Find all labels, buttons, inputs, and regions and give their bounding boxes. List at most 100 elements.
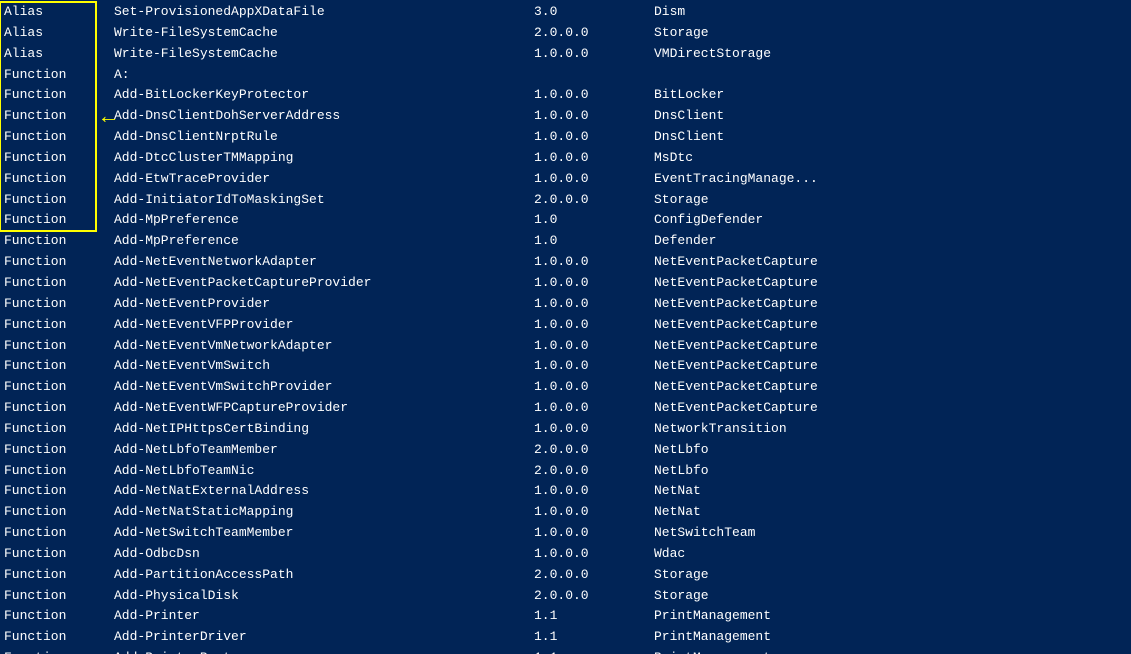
table-row: FunctionAdd-Printer1.1PrintManagement: [0, 606, 1131, 627]
cell-module: EventTracingManage...: [654, 170, 954, 189]
cell-module: Storage: [654, 587, 954, 606]
cell-name: Add-NetEventProvider: [114, 295, 534, 314]
cell-type: Function: [4, 170, 114, 189]
table-row: FunctionAdd-NetEventVmSwitchProvider1.0.…: [0, 377, 1131, 398]
cell-version: 1.0.0.0: [534, 503, 654, 522]
cell-name: Add-NetLbfoTeamNic: [114, 462, 534, 481]
table-row: FunctionAdd-NetEventNetworkAdapter1.0.0.…: [0, 252, 1131, 273]
cell-version: 1.0.0.0: [534, 295, 654, 314]
cell-version: 1.0: [534, 211, 654, 230]
cell-module: NetEventPacketCapture: [654, 357, 954, 376]
cell-type: Alias: [4, 24, 114, 43]
cell-module: NetNat: [654, 482, 954, 501]
cell-type: Function: [4, 566, 114, 585]
cell-module: MsDtc: [654, 149, 954, 168]
cell-version: 1.1: [534, 607, 654, 626]
cell-version: 2.0.0.0: [534, 587, 654, 606]
cell-module: Wdac: [654, 545, 954, 564]
cell-version: 1.0.0.0: [534, 545, 654, 564]
cell-module: PrintManagement: [654, 607, 954, 626]
table-row: FunctionAdd-NetEventVmSwitch1.0.0.0NetEv…: [0, 356, 1131, 377]
cell-module: Dism: [654, 3, 954, 22]
cell-module: PrintManagement: [654, 649, 954, 654]
cell-name: Add-NetNatStaticMapping: [114, 503, 534, 522]
table-row: FunctionAdd-PhysicalDisk2.0.0.0Storage: [0, 586, 1131, 607]
cell-name: Set-ProvisionedAppXDataFile: [114, 3, 534, 22]
cell-module: NetworkTransition: [654, 420, 954, 439]
cell-name: Add-OdbcDsn: [114, 545, 534, 564]
cell-module: BitLocker: [654, 86, 954, 105]
cell-type: Alias: [4, 3, 114, 22]
cell-name: Add-NetLbfoTeamMember: [114, 441, 534, 460]
cell-module: NetEventPacketCapture: [654, 337, 954, 356]
cell-name: Add-MpPreference: [114, 232, 534, 251]
cell-module: Defender: [654, 232, 954, 251]
cell-type: Function: [4, 357, 114, 376]
table-row: FunctionAdd-NetEventProvider1.0.0.0NetEv…: [0, 294, 1131, 315]
cell-version: 1.0: [534, 232, 654, 251]
table-row: AliasWrite-FileSystemCache1.0.0.0VMDirec…: [0, 44, 1131, 65]
cell-name: Add-DnsClientDohServerAddress: [114, 107, 534, 126]
cell-name: Add-NetEventVFPProvider: [114, 316, 534, 335]
cell-module: ConfigDefender: [654, 211, 954, 230]
cell-type: Function: [4, 482, 114, 501]
table-row: FunctionAdd-DnsClientNrptRule1.0.0.0DnsC…: [0, 127, 1131, 148]
cell-module: VMDirectStorage: [654, 45, 954, 64]
cell-module: PrintManagement: [654, 628, 954, 647]
cell-name: Add-MpPreference: [114, 211, 534, 230]
table-row: FunctionAdd-BitLockerKeyProtector1.0.0.0…: [0, 85, 1131, 106]
table-row: FunctionAdd-OdbcDsn1.0.0.0Wdac: [0, 544, 1131, 565]
table-row: FunctionAdd-NetEventWFPCaptureProvider1.…: [0, 398, 1131, 419]
cell-version: 2.0.0.0: [534, 24, 654, 43]
cell-type: Function: [4, 628, 114, 647]
table-row: FunctionAdd-DnsClientDohServerAddress1.0…: [0, 106, 1131, 127]
cell-type: Function: [4, 503, 114, 522]
cell-name: Add-NetEventVmSwitch: [114, 357, 534, 376]
cell-name: Add-InitiatorIdToMaskingSet: [114, 191, 534, 210]
cell-name: Add-NetNatExternalAddress: [114, 482, 534, 501]
cell-module: NetEventPacketCapture: [654, 399, 954, 418]
cell-module: Storage: [654, 24, 954, 43]
cell-type: Function: [4, 337, 114, 356]
cell-version: 1.0.0.0: [534, 86, 654, 105]
cell-version: 2.0.0.0: [534, 462, 654, 481]
cell-version: 1.0.0.0: [534, 149, 654, 168]
cell-module: NetEventPacketCapture: [654, 274, 954, 293]
cell-version: 1.0.0.0: [534, 128, 654, 147]
table-row: FunctionAdd-NetSwitchTeamMember1.0.0.0Ne…: [0, 523, 1131, 544]
cell-version: 1.0.0.0: [534, 107, 654, 126]
cell-module: DnsClient: [654, 128, 954, 147]
cell-version: 1.0.0.0: [534, 357, 654, 376]
table-row: FunctionAdd-MpPreference1.0Defender: [0, 231, 1131, 252]
cell-module: Storage: [654, 191, 954, 210]
cell-type: Function: [4, 545, 114, 564]
cell-type: Function: [4, 607, 114, 626]
cell-name: Add-DtcClusterTMMapping: [114, 149, 534, 168]
cell-type: Function: [4, 441, 114, 460]
table-row: FunctionAdd-NetLbfoTeamNic2.0.0.0NetLbfo: [0, 461, 1131, 482]
table-row: FunctionAdd-NetEventVFPProvider1.0.0.0Ne…: [0, 315, 1131, 336]
cell-name: Write-FileSystemCache: [114, 45, 534, 64]
cell-version: 1.0.0.0: [534, 316, 654, 335]
table-row: FunctionAdd-NetNatExternalAddress1.0.0.0…: [0, 481, 1131, 502]
cell-module: NetEventPacketCapture: [654, 378, 954, 397]
cell-name: Add-NetEventWFPCaptureProvider: [114, 399, 534, 418]
cell-type: Function: [4, 295, 114, 314]
table-row: FunctionAdd-NetLbfoTeamMember2.0.0.0NetL…: [0, 440, 1131, 461]
cell-version: 1.0.0.0: [534, 482, 654, 501]
cell-name: Add-NetSwitchTeamMember: [114, 524, 534, 543]
cell-version: 1.0.0.0: [534, 399, 654, 418]
cell-version: 1.0.0.0: [534, 524, 654, 543]
table-row: FunctionAdd-DtcClusterTMMapping1.0.0.0Ms…: [0, 148, 1131, 169]
cell-type: Function: [4, 420, 114, 439]
cell-name: Add-PhysicalDisk: [114, 587, 534, 606]
cell-name: A:: [114, 66, 534, 85]
cell-module: NetLbfo: [654, 462, 954, 481]
cell-name: Add-Printer: [114, 607, 534, 626]
cell-type: Function: [4, 253, 114, 272]
cell-version: 1.0.0.0: [534, 170, 654, 189]
table-row: AliasWrite-FileSystemCache2.0.0.0Storage: [0, 23, 1131, 44]
cell-type: Function: [4, 107, 114, 126]
cell-module: NetSwitchTeam: [654, 524, 954, 543]
cell-module: NetNat: [654, 503, 954, 522]
